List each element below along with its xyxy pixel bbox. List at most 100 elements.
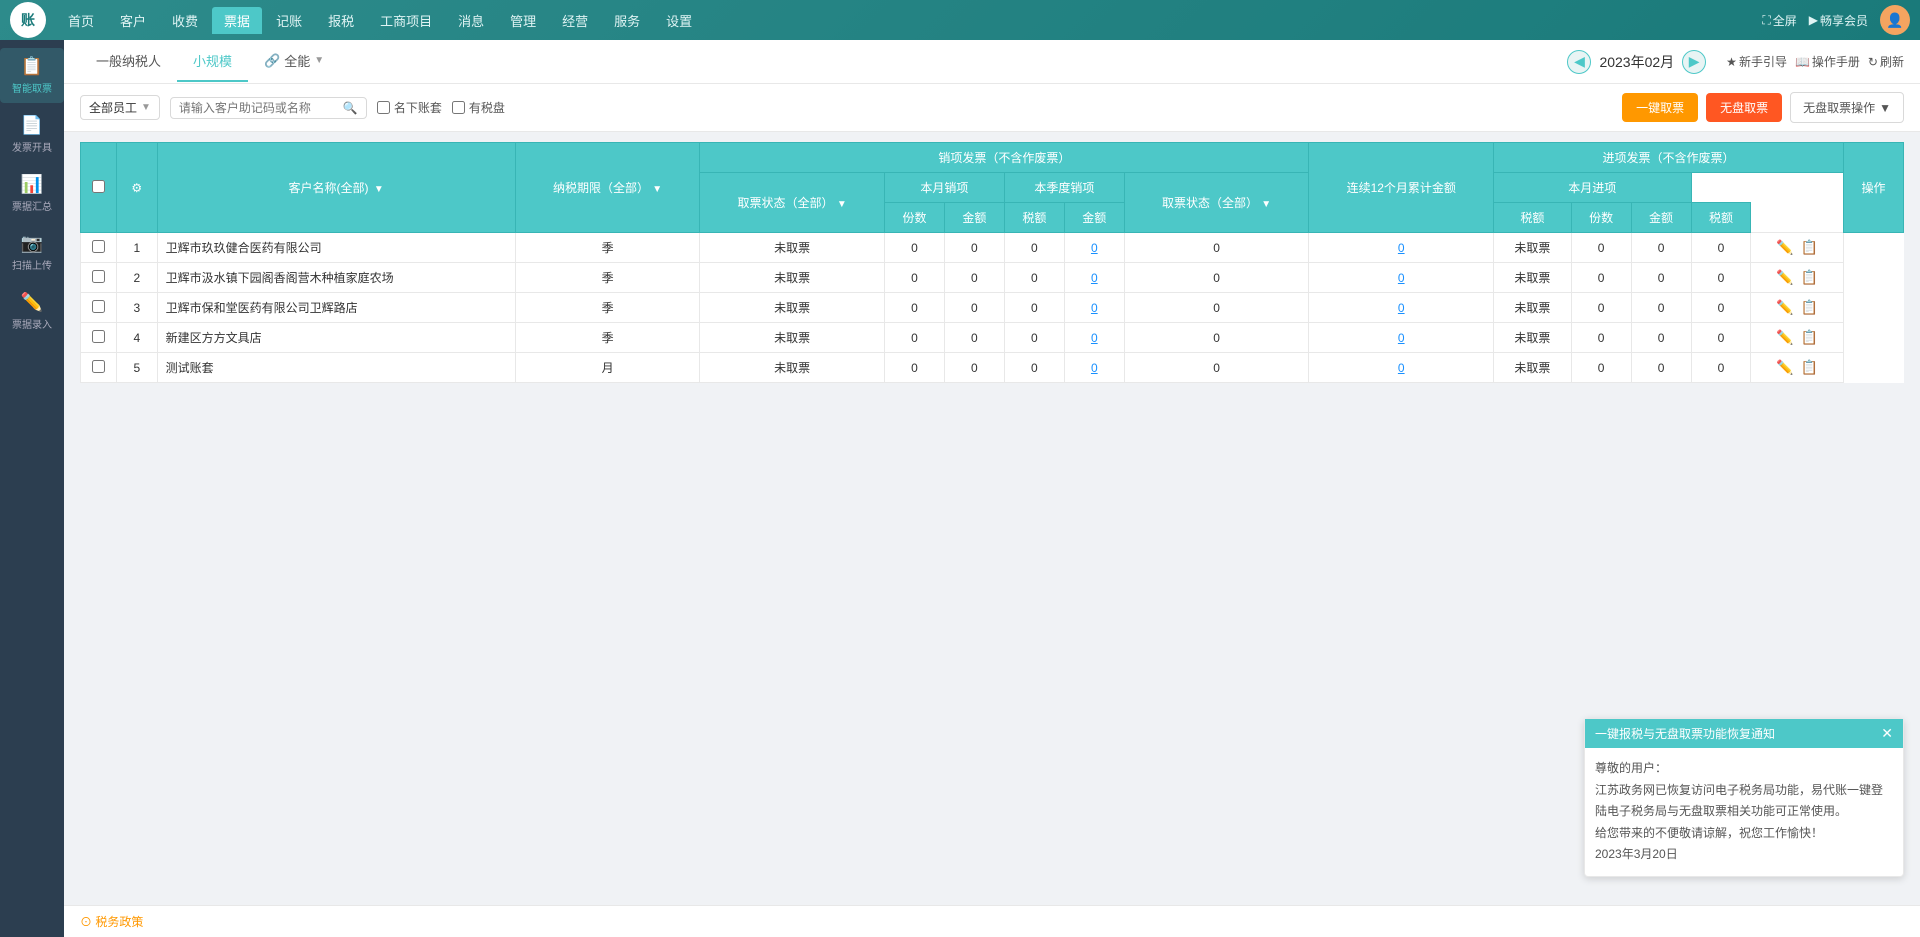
row-purchase-month-tax-2: 0 xyxy=(1691,293,1751,323)
notification-panel: 一键报税与无盘取票功能恢复通知 ✕ 尊敬的用户：江苏政务网已恢复访问电子税务局功… xyxy=(1584,718,1904,877)
row-edit-icon-4[interactable]: ✏️ xyxy=(1776,359,1793,375)
nodisk-ticket-btn[interactable]: 无盘取票 xyxy=(1706,93,1782,122)
nodisk-ops-btn[interactable]: 无盘取票操作 ▼ xyxy=(1790,92,1904,123)
row-purchase-month-tax-4: 0 xyxy=(1691,353,1751,383)
sidebar-item-smart-ticket[interactable]: 📋 智能取票 xyxy=(0,48,64,103)
checkbox-my-accounts[interactable]: 名下账套 xyxy=(377,99,442,116)
th-purchase-current-month: 本月进项 xyxy=(1494,173,1691,203)
row-edit-icon-2[interactable]: ✏️ xyxy=(1776,299,1793,315)
row-view-icon-3[interactable]: 📋 xyxy=(1801,329,1818,345)
purchase-status-filter-icon[interactable]: ▼ xyxy=(1261,199,1271,210)
row-tax-period-1: 季 xyxy=(515,263,700,293)
search-icon[interactable]: 🔍 xyxy=(343,101,358,115)
row-edit-icon-3[interactable]: ✏️ xyxy=(1776,329,1793,345)
nav-settings[interactable]: 设置 xyxy=(654,7,704,34)
row-sales-12months-2: 0 xyxy=(1309,293,1494,323)
row-view-icon-1[interactable]: 📋 xyxy=(1801,269,1818,285)
row-num-1: 2 xyxy=(117,263,158,293)
th-checkbox xyxy=(81,143,117,233)
nav-manage[interactable]: 管理 xyxy=(498,7,548,34)
row-num-0: 1 xyxy=(117,233,158,263)
sidebar-item-invoice-entry[interactable]: ✏️ 票据录入 xyxy=(0,284,64,339)
sub-right-actions: ★ 新手引导 📖 操作手册 ↻ 刷新 xyxy=(1726,53,1904,70)
row-checkbox-4[interactable] xyxy=(92,360,105,373)
all-tab-icon: 🔗 xyxy=(264,53,280,69)
search-input[interactable] xyxy=(179,101,339,115)
row-view-icon-2[interactable]: 📋 xyxy=(1801,299,1818,315)
tax-period-filter-icon[interactable]: ▼ xyxy=(652,184,662,195)
app-logo: 账 xyxy=(10,2,46,38)
nav-bookkeeping[interactable]: 记账 xyxy=(264,7,314,34)
all-tab-arrow: ▼ xyxy=(314,55,324,66)
settings-icon[interactable]: ⚙ xyxy=(131,181,142,195)
row-purchase-status-3: 未取票 xyxy=(1494,323,1572,353)
checkbox-has-taxdisk[interactable]: 有税盘 xyxy=(452,99,505,116)
period-prev-btn[interactable]: ◀ xyxy=(1567,50,1591,74)
row-sales-quarter-amount-3: 0 xyxy=(1064,323,1124,353)
row-actions-2: ✏️ 📋 xyxy=(1751,293,1843,323)
table-row: 2 卫辉市汲水镇下园阁香阁营木种植家庭农场 季 未取票 0 0 0 0 0 0 … xyxy=(81,263,1904,293)
tab-all[interactable]: 🔗 全能 ▼ xyxy=(248,41,340,82)
row-edit-icon-1[interactable]: ✏️ xyxy=(1776,269,1793,285)
invoice-table: ⚙ 客户名称(全部) ▼ 纳税期限（全部） ▼ 销项发票（不含作废票） 连续12… xyxy=(80,142,1904,383)
filter-right-actions: 一键取票 无盘取票 无盘取票操作 ▼ xyxy=(1622,92,1904,123)
row-checkbox-cell xyxy=(81,323,117,353)
nav-service[interactable]: 服务 xyxy=(602,7,652,34)
nav-customer[interactable]: 客户 xyxy=(108,7,158,34)
sidebar-item-invoice-summary[interactable]: 📊 票据汇总 xyxy=(0,166,64,221)
row-edit-icon-0[interactable]: ✏️ xyxy=(1776,239,1793,255)
sidebar-item-scan-upload[interactable]: 📷 扫描上传 xyxy=(0,225,64,280)
row-sales-quarter-amount-0: 0 xyxy=(1064,233,1124,263)
employee-select-arrow: ▼ xyxy=(141,102,151,113)
fullscreen-btn[interactable]: ⛶ 全屏 xyxy=(1762,12,1796,29)
th-purchase-group: 进项发票（不含作废票） xyxy=(1494,143,1844,173)
refresh-btn[interactable]: ↻ 刷新 xyxy=(1868,53,1904,70)
search-box: 🔍 xyxy=(170,97,367,119)
nav-operation[interactable]: 经营 xyxy=(550,7,600,34)
sidebar-item-invoice-issue[interactable]: 📄 发票开具 xyxy=(0,107,64,162)
sales-status-filter-icon[interactable]: ▼ xyxy=(837,199,847,210)
nav-fee[interactable]: 收费 xyxy=(160,7,210,34)
guide-btn[interactable]: ★ 新手引导 xyxy=(1726,53,1787,70)
nav-message[interactable]: 消息 xyxy=(446,7,496,34)
row-purchase-month-count-3: 0 xyxy=(1571,323,1631,353)
row-view-icon-0[interactable]: 📋 xyxy=(1801,239,1818,255)
period-next-btn[interactable]: ▶ xyxy=(1682,50,1706,74)
customer-filter-icon[interactable]: ▼ xyxy=(374,184,384,195)
manual-btn[interactable]: 📖 操作手册 xyxy=(1795,53,1860,70)
row-checkbox-cell xyxy=(81,293,117,323)
row-checkbox-2[interactable] xyxy=(92,300,105,313)
tax-policy-link[interactable]: ⊙ 税务政策 xyxy=(80,913,143,930)
onekey-ticket-btn[interactable]: 一键取票 xyxy=(1622,93,1698,122)
row-purchase-month-count-0: 0 xyxy=(1571,233,1631,263)
row-actions-4: ✏️ 📋 xyxy=(1751,353,1843,383)
member-btn[interactable]: ▶ 畅享会员 xyxy=(1809,12,1868,29)
tab-small[interactable]: 小规模 xyxy=(177,41,248,82)
manual-icon: 📖 xyxy=(1795,55,1810,69)
row-checkbox-3[interactable] xyxy=(92,330,105,343)
tab-general[interactable]: 一般纳税人 xyxy=(80,41,177,82)
table-row: 4 新建区方方文具店 季 未取票 0 0 0 0 0 0 未取票 0 0 0 ✏… xyxy=(81,323,1904,353)
row-num-4: 5 xyxy=(117,353,158,383)
row-checkbox-0[interactable] xyxy=(92,240,105,253)
row-tax-period-2: 季 xyxy=(515,293,700,323)
dropdown-arrow-icon: ▼ xyxy=(1879,101,1891,115)
nav-tax[interactable]: 报税 xyxy=(316,7,366,34)
nav-business[interactable]: 工商项目 xyxy=(368,7,444,34)
row-tax-period-4: 月 xyxy=(515,353,700,383)
row-sales-month-tax-4: 0 xyxy=(1004,353,1064,383)
nav-home[interactable]: 首页 xyxy=(56,7,106,34)
invoice-issue-icon: 📄 xyxy=(21,115,43,136)
row-purchase-status-1: 未取票 xyxy=(1494,263,1572,293)
row-checkbox-1[interactable] xyxy=(92,270,105,283)
notification-close-btn[interactable]: ✕ xyxy=(1881,725,1893,742)
my-accounts-checkbox[interactable] xyxy=(377,101,390,114)
row-view-icon-4[interactable]: 📋 xyxy=(1801,359,1818,375)
nav-invoice[interactable]: 票据 xyxy=(212,7,262,34)
employee-select[interactable]: 全部员工 ▼ xyxy=(80,95,160,120)
row-sales-month-count-1: 0 xyxy=(884,263,944,293)
user-avatar[interactable]: 👤 xyxy=(1880,5,1910,35)
select-all-checkbox[interactable] xyxy=(92,180,105,193)
employee-select-value: 全部员工 xyxy=(89,99,137,116)
has-taxdisk-checkbox[interactable] xyxy=(452,101,465,114)
